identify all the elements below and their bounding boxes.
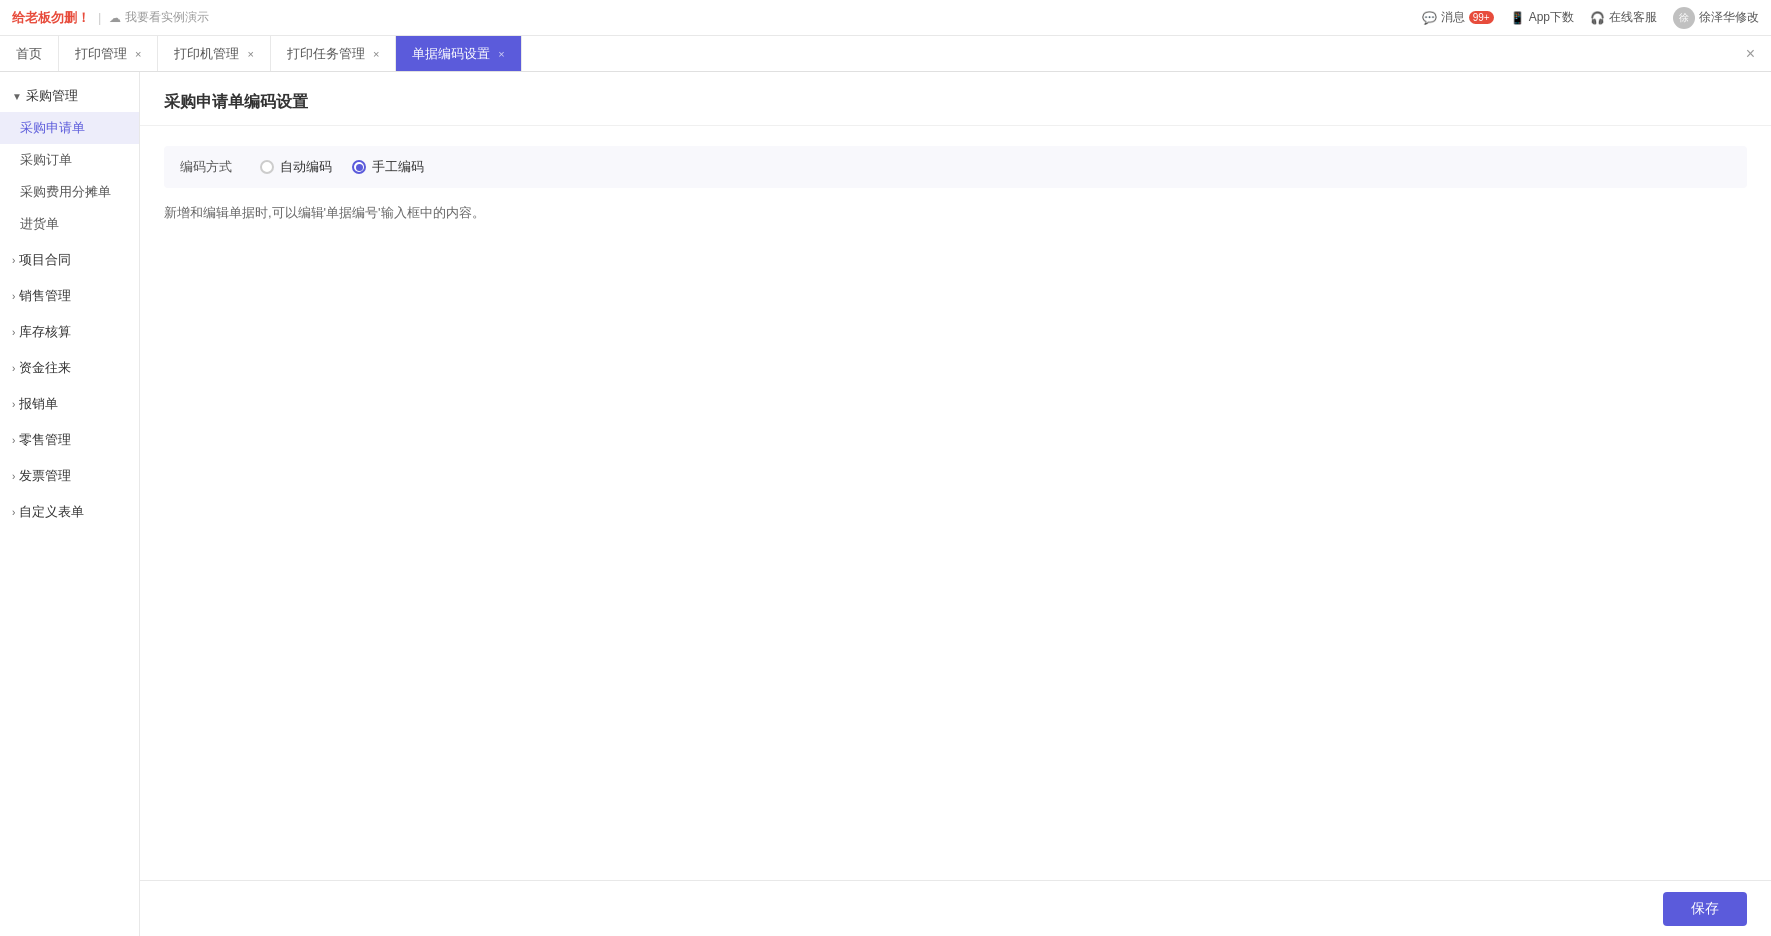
sidebar-group-project-title[interactable]: › 项目合同 bbox=[0, 244, 139, 276]
sidebar-item-purchase-order-label: 采购订单 bbox=[20, 152, 72, 167]
sidebar-group-sales: › 销售管理 bbox=[0, 280, 139, 312]
sidebar-group-returns-title[interactable]: › 报销单 bbox=[0, 388, 139, 420]
sidebar-item-goods-receipt[interactable]: 进货单 bbox=[0, 208, 139, 240]
sidebar-item-purchase-request-label: 采购申请单 bbox=[20, 120, 85, 135]
sidebar-group-retail-title[interactable]: › 零售管理 bbox=[0, 424, 139, 456]
tabbar-close-button[interactable]: × bbox=[1730, 45, 1771, 63]
message-badge: 99+ bbox=[1469, 11, 1494, 24]
sidebar-group-custom: › 自定义表单 bbox=[0, 496, 139, 528]
collapse-arrow-returns-icon: › bbox=[12, 399, 15, 410]
expand-arrow-icon: ▼ bbox=[12, 91, 22, 102]
top-bar-right: 💬 消息 99+ 📱 App下数 🎧 在线客服 徐 徐泽华修改 bbox=[1422, 7, 1759, 29]
save-button[interactable]: 保存 bbox=[1663, 892, 1747, 926]
tab-home[interactable]: 首页 bbox=[0, 36, 59, 71]
radio-auto-code-label: 自动编码 bbox=[280, 158, 332, 176]
app-logo: 给老板勿删！ bbox=[12, 9, 90, 27]
sidebar-group-purchase-label: 采购管理 bbox=[26, 87, 78, 105]
tab-bar: 首页 打印管理 × 打印机管理 × 打印任务管理 × 单据编码设置 × × bbox=[0, 36, 1771, 72]
search-text: 我要看实例演示 bbox=[125, 9, 209, 26]
form-area: 编码方式 自动编码 手工编码 新增和编辑单据时,可以编辑'单据编号'输入框中的内… bbox=[140, 126, 1771, 880]
sidebar-group-project: › 项目合同 bbox=[0, 244, 139, 276]
sidebar-group-invoice-title[interactable]: › 发票管理 bbox=[0, 460, 139, 492]
hint-text: 新增和编辑单据时,可以编辑'单据编号'输入框中的内容。 bbox=[164, 204, 1747, 222]
search-bar[interactable]: ☁ 我要看实例演示 bbox=[109, 9, 209, 26]
collapse-arrow-capital-icon: › bbox=[12, 363, 15, 374]
sidebar-group-retail: › 零售管理 bbox=[0, 424, 139, 456]
sidebar-item-purchase-expense[interactable]: 采购费用分摊单 bbox=[0, 176, 139, 208]
tab-printer-mgmt[interactable]: 打印机管理 × bbox=[158, 36, 270, 71]
message-icon: 💬 bbox=[1422, 11, 1437, 25]
tab-doc-code-label: 单据编码设置 bbox=[412, 45, 490, 63]
user-name: 徐泽华修改 bbox=[1699, 9, 1759, 26]
online-service-action[interactable]: 🎧 在线客服 bbox=[1590, 9, 1657, 26]
collapse-arrow-inventory-icon: › bbox=[12, 327, 15, 338]
sidebar-group-sales-title[interactable]: › 销售管理 bbox=[0, 280, 139, 312]
radio-manual-code-circle bbox=[352, 160, 366, 174]
main-layout: ▼ 采购管理 采购申请单 采购订单 采购费用分摊单 进货单 › 项目合同 bbox=[0, 72, 1771, 936]
tab-print-mgmt-label: 打印管理 bbox=[75, 45, 127, 63]
tab-print-task[interactable]: 打印任务管理 × bbox=[271, 36, 396, 71]
sidebar-group-custom-title[interactable]: › 自定义表单 bbox=[0, 496, 139, 528]
encode-method-label: 编码方式 bbox=[180, 158, 240, 176]
content-area: 采购申请单编码设置 编码方式 自动编码 手工编码 新增和编辑单据时,可以编辑'单… bbox=[140, 72, 1771, 936]
sidebar-group-project-label: 项目合同 bbox=[19, 251, 71, 269]
sidebar-item-purchase-expense-label: 采购费用分摊单 bbox=[20, 184, 111, 199]
tab-print-mgmt[interactable]: 打印管理 × bbox=[59, 36, 158, 71]
encode-method-row: 编码方式 自动编码 手工编码 bbox=[164, 146, 1747, 188]
tab-doc-code-close[interactable]: × bbox=[498, 48, 504, 60]
sidebar-group-purchase-title[interactable]: ▼ 采购管理 bbox=[0, 80, 139, 112]
content-footer: 保存 bbox=[140, 880, 1771, 936]
app-download-icon: 📱 bbox=[1510, 11, 1525, 25]
sidebar-group-invoice-label: 发票管理 bbox=[19, 467, 71, 485]
sidebar-group-invoice: › 发票管理 bbox=[0, 460, 139, 492]
collapse-arrow-sales-icon: › bbox=[12, 291, 15, 302]
cloud-icon: ☁ bbox=[109, 11, 121, 25]
collapse-arrow-invoice-icon: › bbox=[12, 471, 15, 482]
tab-printer-mgmt-close[interactable]: × bbox=[247, 48, 253, 60]
sidebar: ▼ 采购管理 采购申请单 采购订单 采购费用分摊单 进货单 › 项目合同 bbox=[0, 72, 140, 936]
content-header: 采购申请单编码设置 bbox=[140, 72, 1771, 126]
radio-auto-code-circle bbox=[260, 160, 274, 174]
app-download-label: App下数 bbox=[1529, 9, 1574, 26]
top-bar-left: 给老板勿删！ | ☁ 我要看实例演示 bbox=[12, 9, 209, 27]
divider: | bbox=[98, 10, 101, 25]
sidebar-group-capital-title[interactable]: › 资金往来 bbox=[0, 352, 139, 384]
radio-manual-code[interactable]: 手工编码 bbox=[352, 158, 424, 176]
radio-group: 自动编码 手工编码 bbox=[260, 158, 424, 176]
sidebar-group-inventory-title[interactable]: › 库存核算 bbox=[0, 316, 139, 348]
tab-doc-code[interactable]: 单据编码设置 × bbox=[396, 36, 521, 71]
radio-auto-code[interactable]: 自动编码 bbox=[260, 158, 332, 176]
online-service-label: 在线客服 bbox=[1609, 9, 1657, 26]
sidebar-group-sales-label: 销售管理 bbox=[19, 287, 71, 305]
sidebar-group-inventory-label: 库存核算 bbox=[19, 323, 71, 341]
collapse-arrow-project-icon: › bbox=[12, 255, 15, 266]
collapse-arrow-custom-icon: › bbox=[12, 507, 15, 518]
top-bar: 给老板勿删！ | ☁ 我要看实例演示 💬 消息 99+ 📱 App下数 🎧 在线… bbox=[0, 0, 1771, 36]
tab-printer-mgmt-label: 打印机管理 bbox=[174, 45, 239, 63]
tab-print-task-close[interactable]: × bbox=[373, 48, 379, 60]
sidebar-group-inventory: › 库存核算 bbox=[0, 316, 139, 348]
headset-icon: 🎧 bbox=[1590, 11, 1605, 25]
tab-print-mgmt-close[interactable]: × bbox=[135, 48, 141, 60]
sidebar-group-purchase: ▼ 采购管理 采购申请单 采购订单 采购费用分摊单 进货单 bbox=[0, 80, 139, 240]
message-action[interactable]: 💬 消息 99+ bbox=[1422, 9, 1494, 26]
message-label: 消息 bbox=[1441, 9, 1465, 26]
page-title: 采购申请单编码设置 bbox=[164, 92, 1747, 113]
sidebar-group-returns: › 报销单 bbox=[0, 388, 139, 420]
sidebar-group-capital-label: 资金往来 bbox=[19, 359, 71, 377]
radio-manual-code-label: 手工编码 bbox=[372, 158, 424, 176]
sidebar-group-custom-label: 自定义表单 bbox=[19, 503, 84, 521]
user-profile[interactable]: 徐 徐泽华修改 bbox=[1673, 7, 1759, 29]
sidebar-item-purchase-request[interactable]: 采购申请单 bbox=[0, 112, 139, 144]
sidebar-group-returns-label: 报销单 bbox=[19, 395, 58, 413]
collapse-arrow-retail-icon: › bbox=[12, 435, 15, 446]
tab-print-task-label: 打印任务管理 bbox=[287, 45, 365, 63]
tab-home-label: 首页 bbox=[16, 45, 42, 63]
avatar: 徐 bbox=[1673, 7, 1695, 29]
sidebar-item-purchase-order[interactable]: 采购订单 bbox=[0, 144, 139, 176]
sidebar-item-goods-receipt-label: 进货单 bbox=[20, 216, 59, 231]
sidebar-group-retail-label: 零售管理 bbox=[19, 431, 71, 449]
sidebar-group-capital: › 资金往来 bbox=[0, 352, 139, 384]
app-download-action[interactable]: 📱 App下数 bbox=[1510, 9, 1574, 26]
